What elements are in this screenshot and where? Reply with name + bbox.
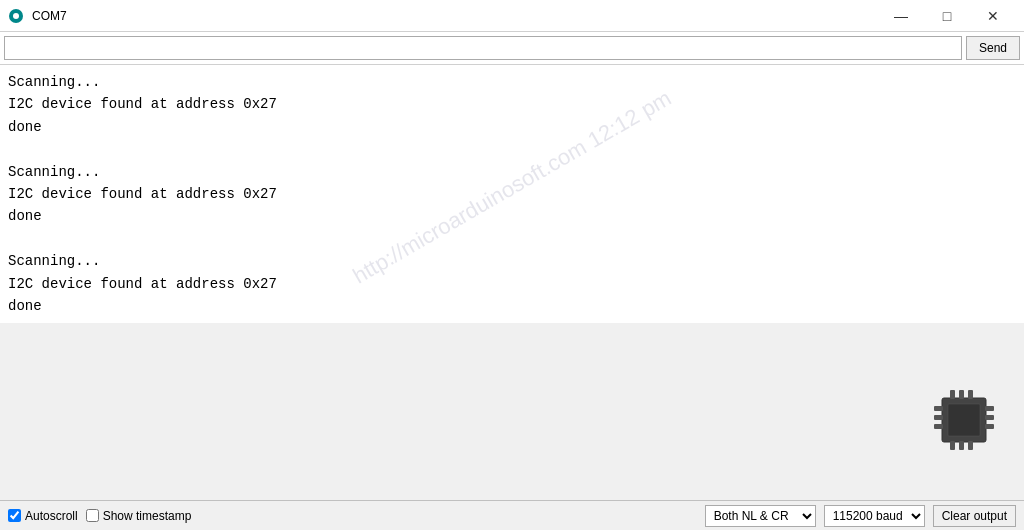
autoscroll-group: Autoscroll (8, 509, 78, 523)
timestamp-group: Show timestamp (86, 509, 192, 523)
output-line (8, 228, 1016, 250)
serial-output-wrapper: http://microarduinosoft.com 12:12 pm Sca… (0, 65, 1024, 500)
output-line: Scanning... (8, 250, 1016, 272)
svg-rect-8 (959, 441, 964, 450)
svg-rect-9 (968, 441, 973, 450)
svg-rect-5 (959, 390, 964, 399)
autoscroll-label: Autoscroll (25, 509, 78, 523)
title-bar-controls: — □ ✕ (878, 0, 1016, 32)
timestamp-checkbox[interactable] (86, 509, 99, 522)
title-bar: COM7 — □ ✕ (0, 0, 1024, 32)
app-icon (8, 8, 24, 24)
timestamp-label: Show timestamp (103, 509, 192, 523)
svg-rect-13 (985, 406, 994, 411)
status-bar: Autoscroll Show timestamp No line ending… (0, 500, 1024, 530)
minimize-button[interactable]: — (878, 0, 924, 32)
restore-button[interactable]: □ (924, 0, 970, 32)
chip-icon (924, 380, 1004, 460)
title-bar-left: COM7 (8, 8, 67, 24)
send-button[interactable]: Send (966, 36, 1020, 60)
output-line: I2C device found at address 0x27 (8, 93, 1016, 115)
output-line: I2C device found at address 0x27 (8, 273, 1016, 295)
svg-rect-6 (968, 390, 973, 399)
svg-rect-12 (934, 424, 943, 429)
svg-rect-11 (934, 415, 943, 420)
serial-output: http://microarduinosoft.com 12:12 pm Sca… (0, 65, 1024, 323)
svg-rect-7 (950, 441, 955, 450)
svg-rect-15 (985, 424, 994, 429)
output-line: done (8, 116, 1016, 138)
serial-input[interactable] (4, 36, 962, 60)
svg-rect-4 (950, 390, 955, 399)
output-line: done (8, 205, 1016, 227)
output-line: I2C device found at address 0x27 (8, 183, 1016, 205)
svg-rect-3 (948, 404, 980, 436)
close-button[interactable]: ✕ (970, 0, 1016, 32)
svg-rect-14 (985, 415, 994, 420)
baud-rate-select[interactable]: 9600 baud19200 baud38400 baud57600 baud1… (824, 505, 925, 527)
output-line: Scanning... (8, 161, 1016, 183)
output-line: Scanning... (8, 71, 1016, 93)
clear-output-button[interactable]: Clear output (933, 505, 1016, 527)
svg-rect-10 (934, 406, 943, 411)
input-bar: Send (0, 32, 1024, 65)
output-line: done (8, 295, 1016, 317)
output-line (8, 138, 1016, 160)
chip-area (924, 380, 1004, 460)
title-text: COM7 (32, 9, 67, 23)
output-lines: Scanning...I2C device found at address 0… (8, 71, 1016, 317)
line-ending-select[interactable]: No line endingNewlineCarriage returnBoth… (705, 505, 816, 527)
autoscroll-checkbox[interactable] (8, 509, 21, 522)
svg-point-1 (13, 13, 19, 19)
